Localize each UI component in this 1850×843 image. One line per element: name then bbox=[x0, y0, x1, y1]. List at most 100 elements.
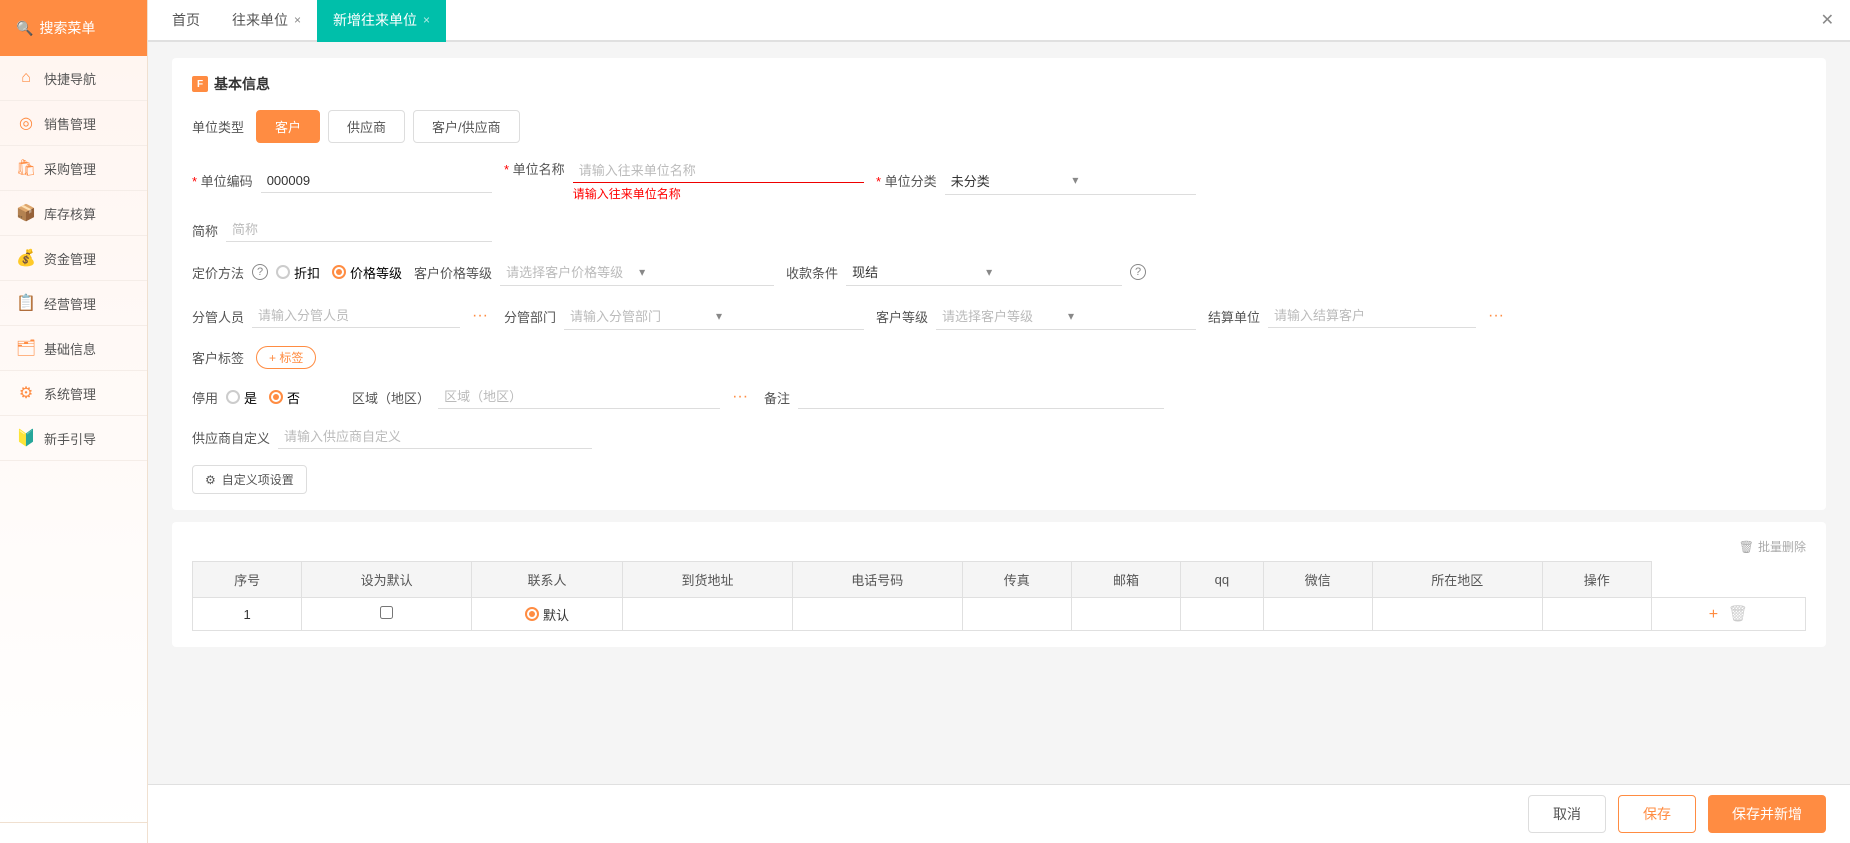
supplier-custom-label: 供应商自定义 bbox=[192, 428, 270, 447]
sidebar-item-purchase[interactable]: 🛍采购管理 bbox=[0, 146, 147, 191]
row-check[interactable] bbox=[380, 606, 393, 619]
operations-icon: 📋 bbox=[16, 293, 36, 313]
sidebar-item-operations[interactable]: 📋经营管理 bbox=[0, 281, 147, 326]
pricing-label: 定价方法 bbox=[192, 263, 244, 282]
table-col-header: 操作 bbox=[1542, 562, 1651, 598]
tag-row: 客户标签 + 标签 bbox=[192, 346, 1806, 369]
row-qq bbox=[1263, 598, 1372, 631]
sidebar-item-sales[interactable]: ◎销售管理 bbox=[0, 101, 147, 146]
remarks-input[interactable] bbox=[798, 385, 1164, 409]
area-field: 区域（地区） ··· bbox=[352, 385, 752, 409]
save-new-button[interactable]: 保存并新增 bbox=[1708, 795, 1826, 833]
sidebar-item-inventory[interactable]: 📦 库存核算 bbox=[0, 191, 147, 236]
tab-new-partner[interactable]: 新增往来单位 × bbox=[317, 0, 446, 42]
tab-partner[interactable]: 往来单位 × bbox=[216, 0, 317, 42]
unit-code-input[interactable] bbox=[261, 169, 492, 193]
sidebar-label-purchase: 采购管理 bbox=[44, 159, 96, 178]
row-index: 1 bbox=[193, 598, 302, 631]
disabled-area-row: 停用 是 否 区域（地区） bbox=[192, 385, 1806, 409]
table-col-header: 设为默认 bbox=[302, 562, 472, 598]
pricing-level[interactable]: 价格等级 bbox=[332, 263, 402, 282]
row-default: 默认 bbox=[472, 598, 623, 631]
tab-close-partner[interactable]: × bbox=[294, 13, 301, 27]
row-region bbox=[1542, 598, 1651, 631]
remarks-label: 备注 bbox=[764, 388, 790, 407]
unit-type-label: 单位类型 bbox=[192, 117, 244, 136]
payment-help-icon[interactable]: ? bbox=[1130, 264, 1146, 280]
basic-info-section: F 基本信息 单位类型 客户 供应商 客户/供应商 单位编码 bbox=[172, 58, 1826, 510]
customer-level-placeholder: 请选择客户等级 bbox=[942, 306, 1064, 325]
sidebar: 🔍 搜索菜单 ⌂快捷导航◎销售管理🛍采购管理 📦 库存核算 💰资金管理📋经营管理🗂基础… bbox=[0, 0, 148, 843]
pricing-help-icon[interactable]: ? bbox=[252, 264, 268, 280]
sidebar-label-system: 系统管理 bbox=[44, 384, 96, 403]
unit-name-input[interactable] bbox=[573, 159, 864, 183]
tab-label-new-partner: 新增往来单位 bbox=[333, 10, 417, 30]
customer-level-select[interactable]: 请选择客户等级 ▾ bbox=[936, 302, 1196, 330]
disabled-radio-group: 是 否 bbox=[226, 388, 300, 407]
row-del-btn[interactable]: 🗑 bbox=[1725, 604, 1751, 624]
unit-category-select[interactable]: 未分类 ▾ bbox=[945, 167, 1196, 195]
manager-input[interactable] bbox=[252, 304, 460, 328]
unit-btn-customer[interactable]: 客户 bbox=[256, 110, 320, 143]
custom-settings-button[interactable]: ⚙ 自定义项设置 bbox=[192, 465, 307, 494]
department-select[interactable]: 请输入分管部门 ▾ bbox=[564, 302, 864, 330]
row-checkbox[interactable] bbox=[302, 598, 472, 631]
customer-price-select[interactable]: 请选择客户价格等级 ▾ bbox=[500, 258, 774, 286]
unit-name-label: 单位名称 bbox=[504, 159, 565, 178]
add-tag-button[interactable]: + 标签 bbox=[256, 346, 316, 369]
unit-category-label: 单位分类 bbox=[876, 171, 937, 190]
tab-label-partner: 往来单位 bbox=[232, 10, 288, 30]
table-row: 1 默认 + 🗑 bbox=[193, 598, 1806, 631]
sidebar-label-inventory: 库存核算 bbox=[44, 204, 96, 223]
sidebar-item-system[interactable]: ⚙ 系统管理 bbox=[0, 371, 147, 416]
sidebar-item-quick-nav[interactable]: ⌂快捷导航 bbox=[0, 56, 147, 101]
settlement-unit-input[interactable] bbox=[1268, 304, 1476, 328]
sidebar-item-finance[interactable]: 💰资金管理 bbox=[0, 236, 147, 281]
disabled-yes[interactable]: 是 bbox=[226, 388, 257, 407]
trash-icon: 🗑 bbox=[1739, 540, 1754, 554]
pricing-field: 定价方法 ? 折扣 价格等级 bbox=[192, 263, 402, 282]
supplier-custom-row: 供应商自定义 bbox=[192, 425, 1806, 449]
manager-more-btn[interactable]: ··· bbox=[468, 307, 492, 325]
tab-bar-close[interactable]: ✕ bbox=[1813, 10, 1842, 30]
cancel-button[interactable]: 取消 bbox=[1528, 795, 1606, 833]
unit-btn-both[interactable]: 客户/供应商 bbox=[413, 110, 520, 143]
settlement-more-btn[interactable]: ··· bbox=[1484, 307, 1508, 325]
disabled-yes-label: 是 bbox=[244, 388, 257, 407]
disabled-no[interactable]: 否 bbox=[269, 388, 300, 407]
row-default-label: 默认 bbox=[543, 605, 569, 624]
settlement-unit-field: 结算单位 ··· bbox=[1208, 304, 1508, 328]
system-icon: ⚙ bbox=[16, 383, 36, 403]
customer-price-placeholder: 请选择客户价格等级 bbox=[506, 262, 635, 281]
row-fax bbox=[1071, 598, 1180, 631]
batch-delete-btn[interactable]: 🗑 批量删除 bbox=[1739, 538, 1806, 555]
unit-name-input-group: 请输入往来单位名称 bbox=[573, 159, 864, 202]
save-button[interactable]: 保存 bbox=[1618, 795, 1696, 833]
inventory-icon: 📦 bbox=[16, 203, 36, 223]
row-add-btn[interactable]: + bbox=[1706, 606, 1721, 624]
customer-level-label: 客户等级 bbox=[876, 307, 928, 326]
short-name-label: 简称 bbox=[192, 221, 218, 240]
supplier-custom-input[interactable] bbox=[278, 425, 592, 449]
payment-terms-label: 收款条件 bbox=[786, 263, 838, 282]
sidebar-search-label: 搜索菜单 bbox=[39, 18, 95, 38]
sidebar-item-guide[interactable]: 🔰新手引导 bbox=[0, 416, 147, 461]
pricing-discount[interactable]: 折扣 bbox=[276, 263, 320, 282]
finance-icon: 💰 bbox=[16, 248, 36, 268]
pricing-row: 定价方法 ? 折扣 价格等级 客户价格等 bbox=[192, 258, 1806, 286]
settings-icon: ⚙ bbox=[205, 473, 216, 487]
department-chevron: ▾ bbox=[716, 309, 858, 323]
table-col-header: 到货地址 bbox=[623, 562, 793, 598]
tab-home[interactable]: 首页 bbox=[156, 0, 216, 42]
tab-close-new-partner[interactable]: × bbox=[423, 13, 430, 27]
short-name-input[interactable] bbox=[226, 218, 492, 242]
sidebar-search[interactable]: 🔍 搜索菜单 bbox=[0, 10, 147, 46]
settlement-unit-label: 结算单位 bbox=[1208, 307, 1260, 326]
area-input[interactable] bbox=[438, 385, 720, 409]
table-col-header: 邮箱 bbox=[1071, 562, 1180, 598]
payment-terms-select[interactable]: 现结 ▾ bbox=[846, 258, 1122, 286]
unit-btn-supplier[interactable]: 供应商 bbox=[328, 110, 405, 143]
sidebar-item-basic[interactable]: 🗂基础信息 bbox=[0, 326, 147, 371]
area-more-btn[interactable]: ··· bbox=[728, 388, 752, 406]
row-default-radio[interactable] bbox=[525, 607, 539, 621]
